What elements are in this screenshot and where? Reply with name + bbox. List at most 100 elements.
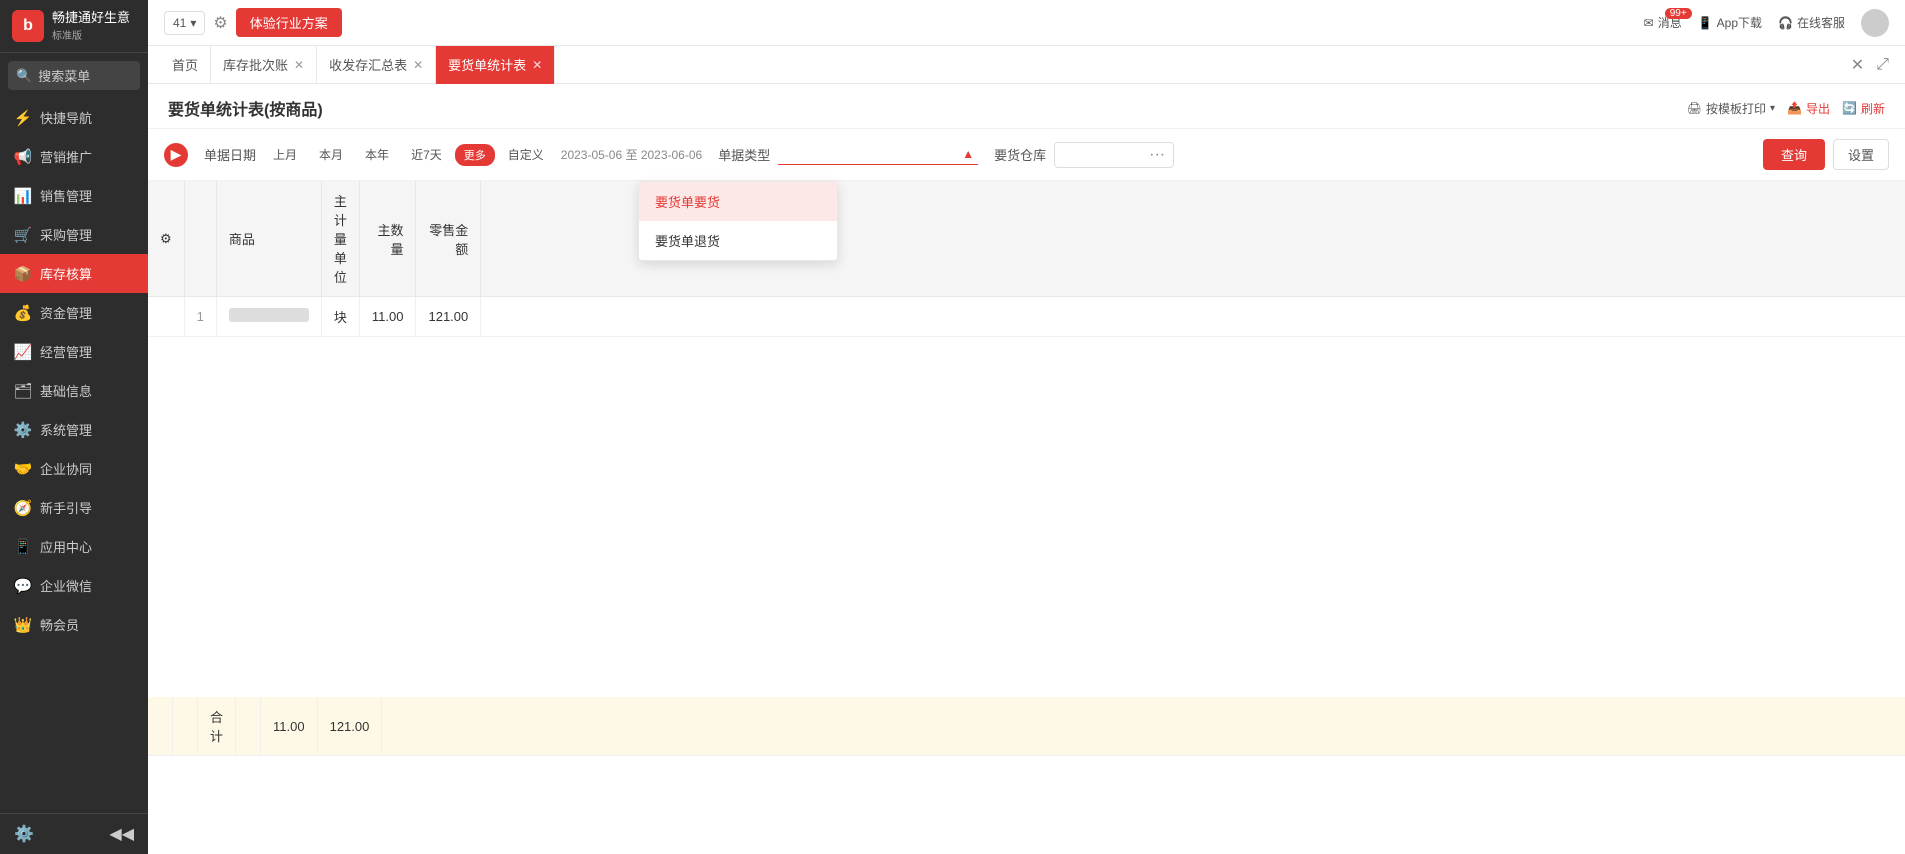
warehouse-select[interactable]: ··· [1054,142,1174,168]
date-chip-year[interactable]: 本年 [356,143,398,166]
topbar: 41 ▾ ⚙ 体验行业方案 ✉ 消息 99+ 📱 App下载 🎧 在线客服 [148,0,1905,46]
sidebar-item-member[interactable]: 👑 畅会员 [0,605,148,644]
col-amount: 零售金额 [416,181,481,297]
tab-maximize-btn[interactable]: ⤢ [1872,52,1893,78]
page-header: 要货单统计表(按商品) 🖨 按模板打印 ▾ 📤 导出 🔄 刷新 [148,84,1905,129]
order-type-select[interactable]: ▲ [778,145,978,165]
query-btn[interactable]: 查询 [1763,139,1825,170]
main-area: 41 ▾ ⚙ 体验行业方案 ✉ 消息 99+ 📱 App下载 🎧 在线客服 [148,0,1905,854]
online-service-item[interactable]: 🎧 在线客服 [1778,14,1845,31]
refresh-btn[interactable]: 🔄 刷新 [1842,100,1885,117]
sidebar-item-quicknav[interactable]: ⚡ 快捷导航 [0,98,148,137]
row-settings [148,297,184,337]
tab-close-icon[interactable]: ✕ [294,59,304,71]
tab-close-all-btn[interactable]: ✕ [1847,51,1868,79]
system-icon: ⚙️ [14,421,32,439]
sidebar-item-label: 应用中心 [40,537,92,556]
topbar-settings-icon[interactable]: ⚙ [213,13,227,33]
total-label: 合计 [198,697,236,756]
table-header-row: ⚙ 商品 主计量单位 主数量 零售金额 [148,181,1905,297]
sidebar-item-guide[interactable]: 🧭 新手引导 [0,488,148,527]
date-chip-more[interactable]: 更多 [455,144,495,166]
setting-btn[interactable]: 设置 [1833,139,1889,170]
dropdown-item-purchase[interactable]: 要货单要货 [639,182,837,221]
sales-icon: 📊 [14,187,32,205]
sidebar-item-label: 畅会员 [40,615,79,634]
sidebar-item-inventory[interactable]: 📦 库存核算 [0,254,148,293]
sidebar-search[interactable]: 🔍 搜索菜单 [8,61,140,90]
tab-label: 首页 [172,55,198,74]
sidebar-item-finance[interactable]: 💰 资金管理 [0,293,148,332]
page-content: 要货单统计表(按商品) 🖨 按模板打印 ▾ 📤 导出 🔄 刷新 [148,84,1905,854]
tab-close-icon[interactable]: ✕ [413,59,423,71]
sidebar-item-purchase[interactable]: 🛒 采购管理 [0,215,148,254]
marketing-icon: 📢 [14,148,32,166]
order-type-label: 单据类型 [718,145,770,164]
enterprise-icon: 🤝 [14,460,32,478]
total-row: 合计 11.00 121.00 [148,697,1905,756]
sidebar-item-basic[interactable]: 🗂 基础信息 [0,371,148,410]
filter-toggle-btn[interactable]: ▶ [164,143,188,167]
sidebar-item-label: 营销推广 [40,147,92,166]
logo-icon: b [12,10,44,42]
company-select[interactable]: 41 ▾ [164,11,205,35]
operations-icon: 📈 [14,343,32,361]
col-settings[interactable]: ⚙ [148,181,184,297]
ellipsis-icon[interactable]: ··· [1149,146,1165,164]
sidebar-item-sales[interactable]: 📊 销售管理 [0,176,148,215]
tab-collection[interactable]: 收发存汇总表 ✕ [317,46,436,84]
sidebar-item-operations[interactable]: 📈 经营管理 [0,332,148,371]
table-row: 1 块 11.00 121.00 [148,297,1905,337]
tab-requisition[interactable]: 要货单统计表 ✕ [436,46,555,84]
date-chip-custom[interactable]: 自定义 [499,143,553,166]
export-btn[interactable]: 📤 导出 [1787,100,1830,117]
purchase-icon: 🛒 [14,226,32,244]
tab-close-icon[interactable]: ✕ [532,59,542,71]
sidebar-item-system[interactable]: ⚙️ 系统管理 [0,410,148,449]
filter-bar: ▶ 单据日期 上月 本月 本年 近7天 更多 自定义 2023-05-06 至 … [148,129,1905,181]
date-chip-prev[interactable]: 上月 [264,143,306,166]
order-type-input[interactable] [782,147,958,162]
order-type-filter-group: 单据类型 ▲ [718,145,978,165]
sidebar-item-marketing[interactable]: 📢 营销推广 [0,137,148,176]
warehouse-filter-group: 要货仓库 ··· [994,142,1174,168]
sidebar-footer: ⚙️ ◀◀ [0,813,148,854]
sidebar-item-wechat[interactable]: 💬 企业微信 [0,566,148,605]
trial-btn[interactable]: 体验行业方案 [236,8,342,37]
dropdown-item-return[interactable]: 要货单退货 [639,221,837,260]
logo-sub: 标准版 [52,27,130,42]
table-container: ⚙ 商品 主计量单位 主数量 零售金额 1 [148,181,1905,337]
app-download-item[interactable]: 📱 App下载 [1698,14,1762,31]
basic-icon: 🗂 [14,382,32,400]
sidebar-item-appstore[interactable]: 📱 应用中心 [0,527,148,566]
sidebar-collapse-icon[interactable]: ◀◀ [109,824,134,844]
finance-icon: 💰 [14,304,32,322]
empty-space [148,337,1905,697]
sidebar-settings-icon[interactable]: ⚙️ [14,824,34,844]
phone-icon: 📱 [1698,16,1713,30]
tab-batch[interactable]: 库存批次账 ✕ [211,46,317,84]
date-label: 单据日期 [204,145,256,164]
print-btn[interactable]: 🖨 按模板打印 ▾ [1687,100,1775,117]
col-product: 商品 [216,181,321,297]
sidebar-item-label: 系统管理 [40,420,92,439]
row-product [216,297,321,337]
row-quantity: 11.00 [359,297,416,337]
messages-item[interactable]: ✉ 消息 99+ [1644,14,1682,31]
date-chip-cur[interactable]: 本月 [310,143,352,166]
sidebar-item-label: 基础信息 [40,381,92,400]
date-chip-week[interactable]: 近7天 [402,143,451,166]
sidebar-item-label: 经营管理 [40,342,92,361]
message-icon: ✉ [1644,16,1654,30]
company-number: 41 [173,16,186,30]
tab-home[interactable]: 首页 [160,46,211,84]
sidebar-item-label: 采购管理 [40,225,92,244]
tab-label: 要货单统计表 [448,55,526,74]
row-num: 1 [184,297,216,337]
export-label: 导出 [1806,100,1830,117]
user-avatar[interactable] [1861,9,1889,37]
sidebar-item-enterprise[interactable]: 🤝 企业协同 [0,449,148,488]
appstore-icon: 📱 [14,538,32,556]
sidebar-item-label: 新手引导 [40,498,92,517]
col-rownum [184,181,216,297]
